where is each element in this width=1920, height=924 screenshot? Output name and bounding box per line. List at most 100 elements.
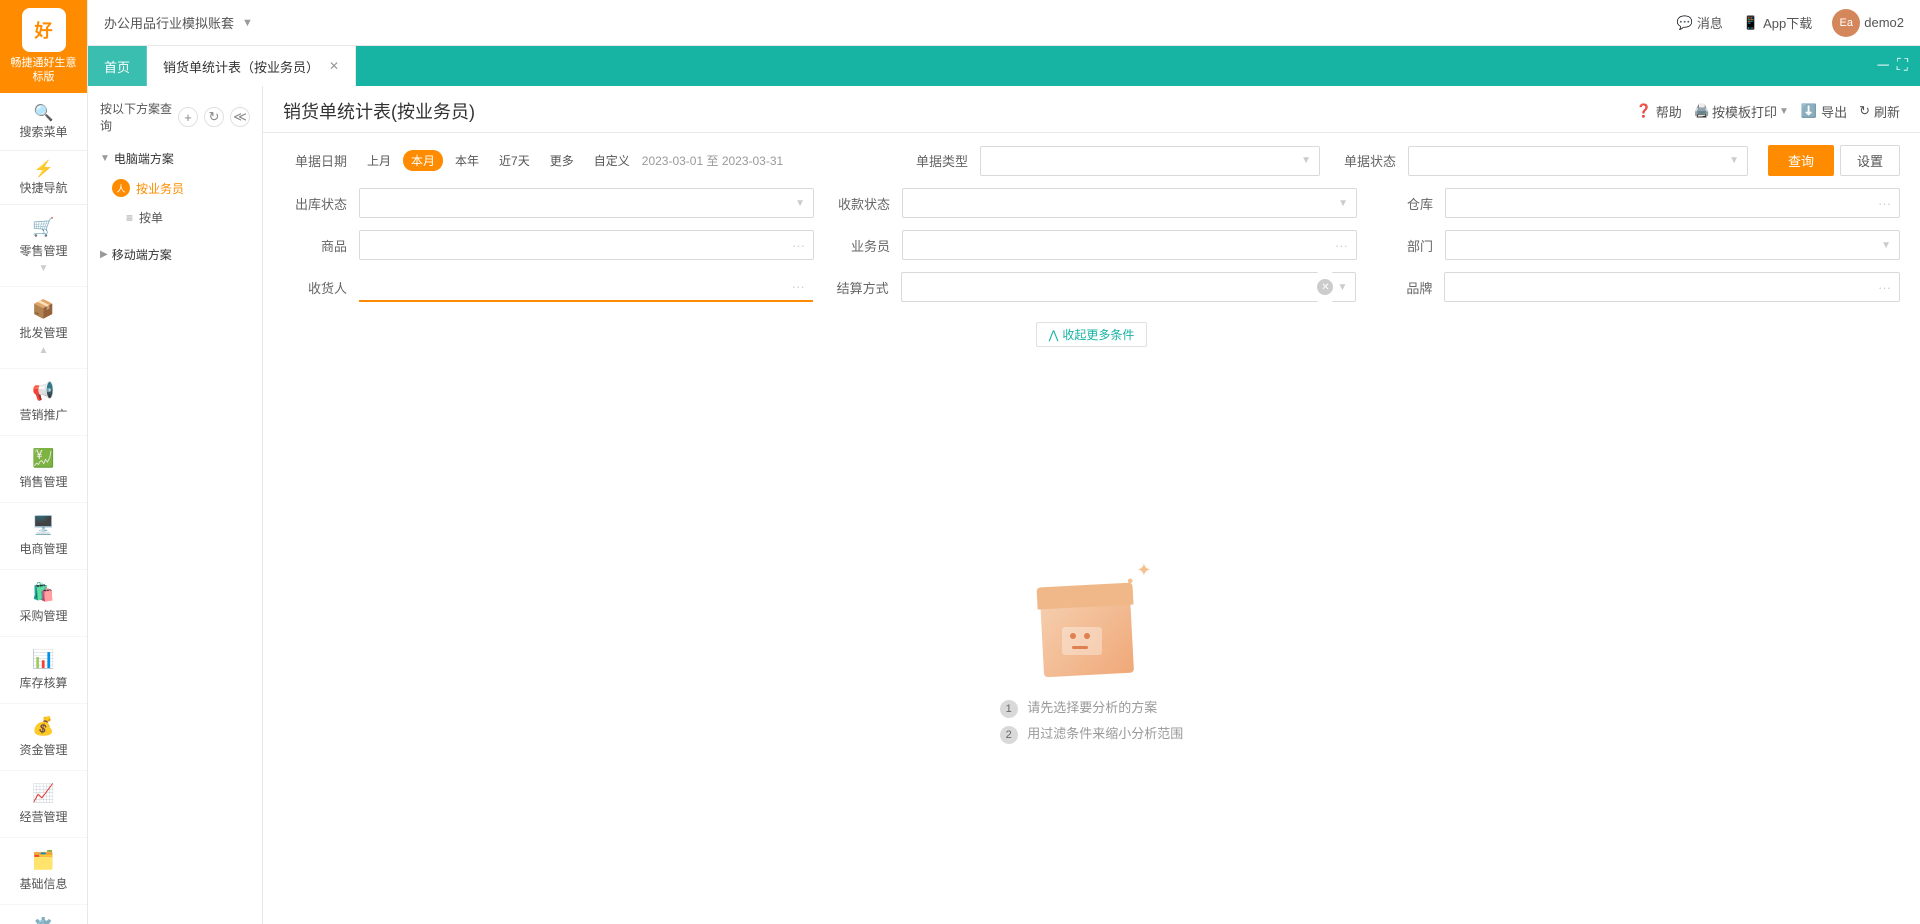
filter-area: 单据日期 上月 本月 本年 近7天 更多 自定义 2023-03-01 至 20… [263,133,1920,367]
receiver-label: 收货人 [283,278,347,297]
file-name: 办公用品行业模拟账套 [104,13,234,32]
marketing-icon: 📢 [32,381,54,402]
right-content: 销货单统计表(按业务员) ❓ 帮助 🖨️ 按模板打印 ▼ ⬇️ 导出 [263,86,1920,924]
settlement-clear-icon[interactable]: ✕ [1317,279,1333,295]
tab-home[interactable]: 首页 [88,46,147,86]
app-download-btn[interactable]: 📱 App下载 [1743,13,1812,32]
receiver-dots-icon: ··· [792,279,805,294]
sidebar-item-purchase[interactable]: 🛍️ 采购管理 [0,570,87,637]
tab-close-icon[interactable]: ✕ [329,59,339,73]
sidebar-item-inventory[interactable]: 📊 库存核算 [0,637,87,704]
query-btn[interactable]: 查询 [1768,145,1834,176]
filter-row-1: 单据日期 上月 本月 本年 近7天 更多 自定义 2023-03-01 至 20… [283,145,1900,176]
date-btn-this-month[interactable]: 本月 [403,150,443,171]
goods-select[interactable]: ··· [359,230,814,260]
out-status-select[interactable]: ▼ [359,188,814,218]
tab-minimize-icon[interactable]: ─ [1877,57,1888,75]
page-title: 销货单统计表(按业务员) [283,98,475,124]
operations-icon: 📈 [32,783,54,804]
panel-section-mobile-header[interactable]: ▶ 移动端方案 [88,240,262,269]
panel-section-desktop: ▼ 电脑端方案 人 按业务员 ≡ 按单 [88,140,262,236]
panel-add-btn[interactable]: + [178,107,198,127]
panel-collapse-btn[interactable]: ≪ [230,107,250,127]
message-btn[interactable]: 💬 消息 [1677,13,1723,32]
collapse-icon: ⋀ [1049,328,1059,342]
export-btn[interactable]: ⬇️ 导出 [1801,102,1847,121]
avatar: Ea [1832,9,1860,37]
type-arrow-icon: ▼ [1301,155,1311,166]
panel-item-by-salesperson[interactable]: 人 按业务员 [88,173,262,203]
sidebar-item-quicknav[interactable]: ⚡ 快捷导航 [0,151,87,205]
sidebar-item-sales[interactable]: 💹 销售管理 [0,436,87,503]
department-select[interactable]: ▼ [1445,230,1900,260]
sidebar-item-search[interactable]: 🔍 搜索菜单 [0,93,87,151]
brand-dots-icon: ··· [1878,280,1891,295]
receiver-select[interactable]: ··· [359,272,813,302]
system-icon: ⚙️ [32,917,54,924]
sidebar-item-operations[interactable]: 📈 经营管理 [0,771,87,838]
user-profile-btn[interactable]: Ea demo2 [1832,9,1904,37]
inventory-icon: 📊 [32,649,54,670]
wholesale-arrow-icon: ▲ [39,345,49,356]
date-btn-this-year[interactable]: 本年 [447,150,487,171]
retail-arrow-icon: ▼ [39,263,49,274]
message-icon: 💬 [1677,15,1693,31]
payment-status-select[interactable]: ▼ [902,188,1357,218]
sidebar-item-marketing[interactable]: 📢 营销推广 [0,369,87,436]
filter-row-2: 出库状态 ▼ 收款状态 ▼ 仓库 ··· [283,188,1900,218]
order-icon: ≡ [126,211,133,225]
main-area: 办公用品行业模拟账套 ▼ 💬 消息 📱 App下载 Ea demo2 首页 [88,0,1920,924]
brand-select[interactable]: ··· [1444,272,1900,302]
department-arrow-icon: ▼ [1881,240,1891,251]
file-dropdown-arrow[interactable]: ▼ [242,17,253,29]
tab-bar-actions: ─ ⛶ [1877,57,1920,75]
top-header: 办公用品行业模拟账套 ▼ 💬 消息 📱 App下载 Ea demo2 [88,0,1920,46]
tab-sales-stat[interactable]: 销货单统计表（按业务员） ✕ [147,46,356,86]
sidebar-item-finance[interactable]: 💰 资金管理 [0,704,87,771]
salesperson-label: 业务员 [826,236,890,255]
help-btn[interactable]: ❓ 帮助 [1636,102,1682,121]
sidebar-item-ecommerce[interactable]: 🖥️ 电商管理 [0,503,87,570]
warehouse-dots-icon: ··· [1878,196,1891,211]
payment-status-label: 收款状态 [826,194,890,213]
collapse-btn[interactable]: ⋀ 收起更多条件 [1036,322,1148,347]
filter-row-3: 商品 ··· 业务员 ··· 部门 ▼ [283,230,1900,260]
warehouse-select[interactable]: ··· [1445,188,1900,218]
status-select[interactable]: ▼ [1408,146,1748,176]
sidebar-item-basic[interactable]: 🗂️ 基础信息 [0,838,87,905]
goods-label: 商品 [283,236,347,255]
settlement-select[interactable]: ✕ ▼ [901,272,1357,302]
type-select[interactable]: ▼ [980,146,1320,176]
panel-item-by-order[interactable]: ≡ 按单 [88,203,262,232]
date-btn-custom[interactable]: 自定义 [586,150,638,171]
refresh-btn[interactable]: ↻ 刷新 [1859,102,1900,121]
tab-expand-icon[interactable]: ⛶ [1897,57,1908,75]
status-label: 单据状态 [1332,151,1396,170]
collapse-row: ⋀ 收起更多条件 [283,314,1900,355]
sidebar-item-wholesale[interactable]: 📦 批发管理 ▲ [0,287,87,369]
left-panel: 按以下方案查询 + ↻ ≪ ▼ 电脑端方案 人 按业务员 ≡ 按单 [88,86,263,924]
sidebar-item-retail[interactable]: 🛒 零售管理 ▼ [0,205,87,287]
date-btn-more[interactable]: 更多 [542,150,582,171]
refresh-icon: ↻ [1859,103,1870,119]
dot-icon: ● [1127,575,1134,587]
date-btn-7days[interactable]: 近7天 [491,150,538,171]
logo-icon: 好 [22,8,66,52]
download-icon: 📱 [1743,15,1759,31]
salesperson-dots-icon: ··· [1335,238,1348,253]
payment-status-arrow-icon: ▼ [1338,198,1348,209]
setting-btn[interactable]: 设置 [1840,145,1900,176]
sidebar-item-system[interactable]: ⚙️ 系统管理 [0,905,87,924]
date-btn-last-month[interactable]: 上月 [359,150,399,171]
print-btn[interactable]: 🖨️ 按模板打印 ▼ [1694,102,1789,121]
print-icon: 🖨️ [1694,103,1710,119]
filter-row-4: 收货人 ··· 结算方式 ✕ ▼ [283,272,1900,302]
panel-refresh-btn[interactable]: ↻ [204,107,224,127]
sidebar-logo[interactable]: 好 畅捷通好生意 标版 [0,0,87,93]
purchase-icon: 🛍️ [32,582,54,603]
quicknav-icon: ⚡ [4,159,83,179]
print-dropdown-icon[interactable]: ▼ [1779,106,1789,117]
panel-section-desktop-header[interactable]: ▼ 电脑端方案 [88,144,262,173]
date-label: 单据日期 [283,151,347,170]
salesperson-select[interactable]: ··· [902,230,1357,260]
